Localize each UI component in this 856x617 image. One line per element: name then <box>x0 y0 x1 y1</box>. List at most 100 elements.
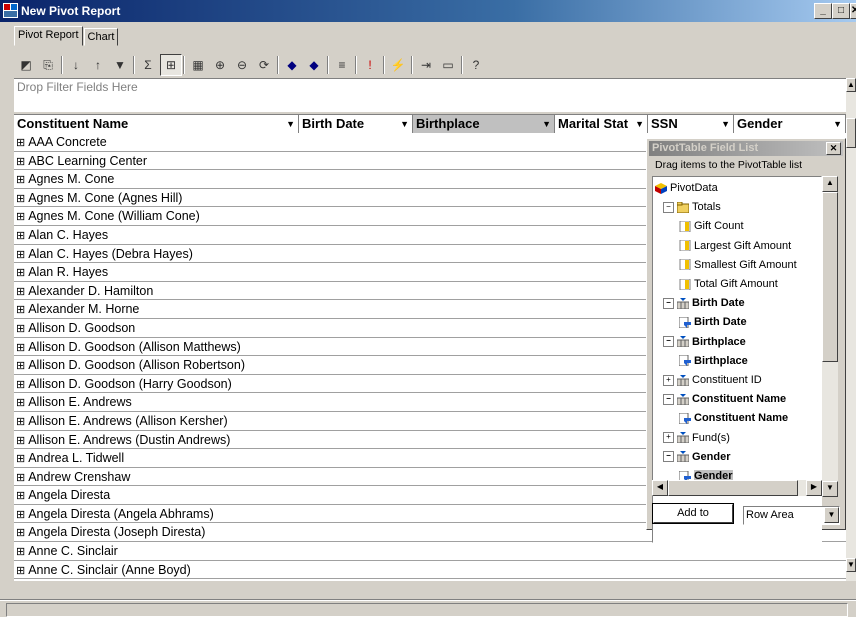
expand-icon[interactable]: ⊞ <box>16 286 25 298</box>
refresh-icon[interactable]: ⟳ <box>254 55 274 75</box>
field-list-title-bar[interactable]: PivotTable Field List ✕ <box>649 141 843 156</box>
field-tree-item[interactable]: − Birthplace <box>663 333 746 352</box>
column-header[interactable]: Birthplace ▼ <box>413 115 555 133</box>
column-header[interactable]: SSN ▼ <box>648 115 734 133</box>
show-top-icon[interactable]: ▦ <box>188 55 208 75</box>
dropdown-arrow-icon[interactable]: ▼ <box>400 115 409 133</box>
field-tree-item[interactable]: Total Gift Amount <box>679 275 778 294</box>
properties-icon[interactable]: ▭ <box>438 55 458 75</box>
tree-hscroll-thumb[interactable] <box>668 480 798 496</box>
expand-icon[interactable]: ⊞ <box>16 249 25 261</box>
expand-icon[interactable]: ⊞ <box>16 416 25 428</box>
expand-icon[interactable]: ⊞ <box>16 323 25 335</box>
field-tree-item[interactable]: PivotData <box>655 179 718 198</box>
sort-ascending-icon[interactable]: ↓ <box>66 55 86 75</box>
office-logo-icon[interactable]: ◩ <box>16 55 36 75</box>
collapse-icon[interactable]: − <box>663 297 674 309</box>
minimize-button[interactable]: _ <box>814 3 832 19</box>
expand-icon[interactable]: ⊞ <box>16 453 25 465</box>
hide-details-icon[interactable]: ⊖ <box>232 55 252 75</box>
dropdown-arrow-icon[interactable]: ▼ <box>542 115 551 133</box>
table-row[interactable]: ⊞Anne C. Sinclair (Joseph Sinclair) <box>14 579 846 581</box>
field-tree-item[interactable]: + Fund(s) <box>663 429 730 448</box>
move-left-icon[interactable]: ◆ <box>282 55 302 75</box>
main-vertical-scrollbar[interactable]: ▲ ▼ <box>846 78 856 581</box>
expand-icon[interactable]: ⊞ <box>16 304 25 316</box>
show-details-icon[interactable]: ⊕ <box>210 55 230 75</box>
column-header[interactable]: Marital Stat ▼ <box>555 115 648 133</box>
help-icon[interactable]: ? <box>466 55 486 75</box>
expand-icon[interactable]: + <box>663 374 674 386</box>
move-right-icon[interactable]: ◆ <box>304 55 324 75</box>
add-to-button[interactable]: Add to <box>652 503 734 524</box>
expand-icon[interactable]: ⊞ <box>16 193 25 205</box>
collapse-icon[interactable]: − <box>663 451 674 463</box>
area-select[interactable]: Row Area ▼ <box>743 506 840 525</box>
chart-wizard-icon[interactable]: ⚡ <box>388 55 408 75</box>
dropdown-arrow-icon[interactable]: ▼ <box>833 115 842 133</box>
field-list-icon[interactable]: ≡ <box>332 55 352 75</box>
field-tree-item[interactable]: Constituent Name <box>679 409 788 428</box>
expand-icon[interactable]: ⊞ <box>16 565 25 577</box>
expand-icon[interactable]: ⊞ <box>16 156 25 168</box>
field-tree-item[interactable]: − Constituent Name <box>663 390 786 409</box>
sort-descending-icon[interactable]: ↑ <box>88 55 108 75</box>
scroll-up-button[interactable]: ▲ <box>846 78 856 92</box>
column-header[interactable]: Constituent Name ▼ <box>14 115 299 133</box>
expand-icon[interactable]: ⊞ <box>16 379 25 391</box>
expand-icon[interactable]: ⊞ <box>16 472 25 484</box>
expand-icon[interactable]: ⊞ <box>16 527 25 539</box>
field-tree-item[interactable]: + Constituent ID <box>663 371 762 390</box>
column-header[interactable]: Gender ▼ <box>734 115 846 133</box>
field-tree-item[interactable]: Birthplace <box>679 352 748 371</box>
collapse-icon[interactable]: − <box>663 336 674 348</box>
maximize-button[interactable]: □ <box>832 3 850 19</box>
tree-scroll-left-button[interactable]: ◀ <box>652 480 668 496</box>
field-tree-item[interactable]: Largest Gift Amount <box>679 237 791 256</box>
expand-icon[interactable]: ⊞ <box>16 435 25 447</box>
expand-icon[interactable]: + <box>663 432 674 444</box>
subtotal-icon[interactable]: ⊞ <box>160 54 182 76</box>
chevron-down-icon[interactable]: ▼ <box>824 507 839 523</box>
field-tree-item[interactable]: − Birth Date <box>663 294 745 313</box>
tab-chart[interactable]: Chart <box>83 28 119 46</box>
table-row[interactable]: ⊞ Anne C. Sinclair (Anne Boyd) <box>14 561 846 580</box>
tab-pivot-report[interactable]: Pivot Report <box>14 26 83 46</box>
expand-icon[interactable]: ⊞ <box>16 267 25 279</box>
column-header[interactable]: Birth Date ▼ <box>299 115 413 133</box>
alert-icon[interactable]: ! <box>360 55 380 75</box>
expand-icon[interactable]: ⊞ <box>16 490 25 502</box>
expand-icon[interactable]: ⊞ <box>16 509 25 521</box>
expand-icon[interactable]: ⊞ <box>16 360 25 372</box>
export-icon[interactable]: ⇥ <box>416 55 436 75</box>
close-button[interactable]: ✕ <box>850 3 856 19</box>
column-drop-zone[interactable] <box>14 96 846 112</box>
scroll-thumb[interactable] <box>846 118 856 148</box>
expand-icon[interactable]: ⊞ <box>16 137 25 149</box>
expand-icon[interactable]: ⊞ <box>16 211 25 223</box>
tree-scroll-down-button[interactable]: ▼ <box>822 481 838 497</box>
expand-icon[interactable]: ⊞ <box>16 546 25 558</box>
copy-icon[interactable]: ⎘ <box>38 55 58 75</box>
field-tree-item[interactable]: Smallest Gift Amount <box>679 256 797 275</box>
expand-icon[interactable]: ⊞ <box>16 230 25 242</box>
tree-scroll-up-button[interactable]: ▲ <box>822 176 838 192</box>
autocalc-icon[interactable]: Σ <box>138 55 158 75</box>
tree-scroll-right-button[interactable]: ▶ <box>806 480 822 496</box>
table-row[interactable]: ⊞ Anne C. Sinclair <box>14 542 846 561</box>
dropdown-arrow-icon[interactable]: ▼ <box>286 115 295 133</box>
filter-drop-zone[interactable]: Drop Filter Fields Here <box>14 78 846 96</box>
autofilter-icon[interactable]: ▼ <box>110 55 130 75</box>
field-tree-item[interactable]: Gift Count <box>679 217 744 236</box>
field-tree-item[interactable]: − Totals <box>663 198 721 217</box>
field-tree-horizontal-scrollbar[interactable]: ◀ ▶ <box>652 480 822 496</box>
field-tree-vertical-scrollbar[interactable]: ▲ ▼ <box>822 176 838 497</box>
expand-icon[interactable]: ⊞ <box>16 174 25 186</box>
tree-scroll-thumb[interactable] <box>822 192 838 362</box>
dropdown-arrow-icon[interactable]: ▼ <box>635 115 644 133</box>
field-list-close-button[interactable]: ✕ <box>826 142 841 155</box>
collapse-icon[interactable]: − <box>663 393 674 405</box>
field-tree-item[interactable]: − Gender <box>663 448 731 467</box>
scroll-down-button[interactable]: ▼ <box>846 558 856 572</box>
dropdown-arrow-icon[interactable]: ▼ <box>721 115 730 133</box>
